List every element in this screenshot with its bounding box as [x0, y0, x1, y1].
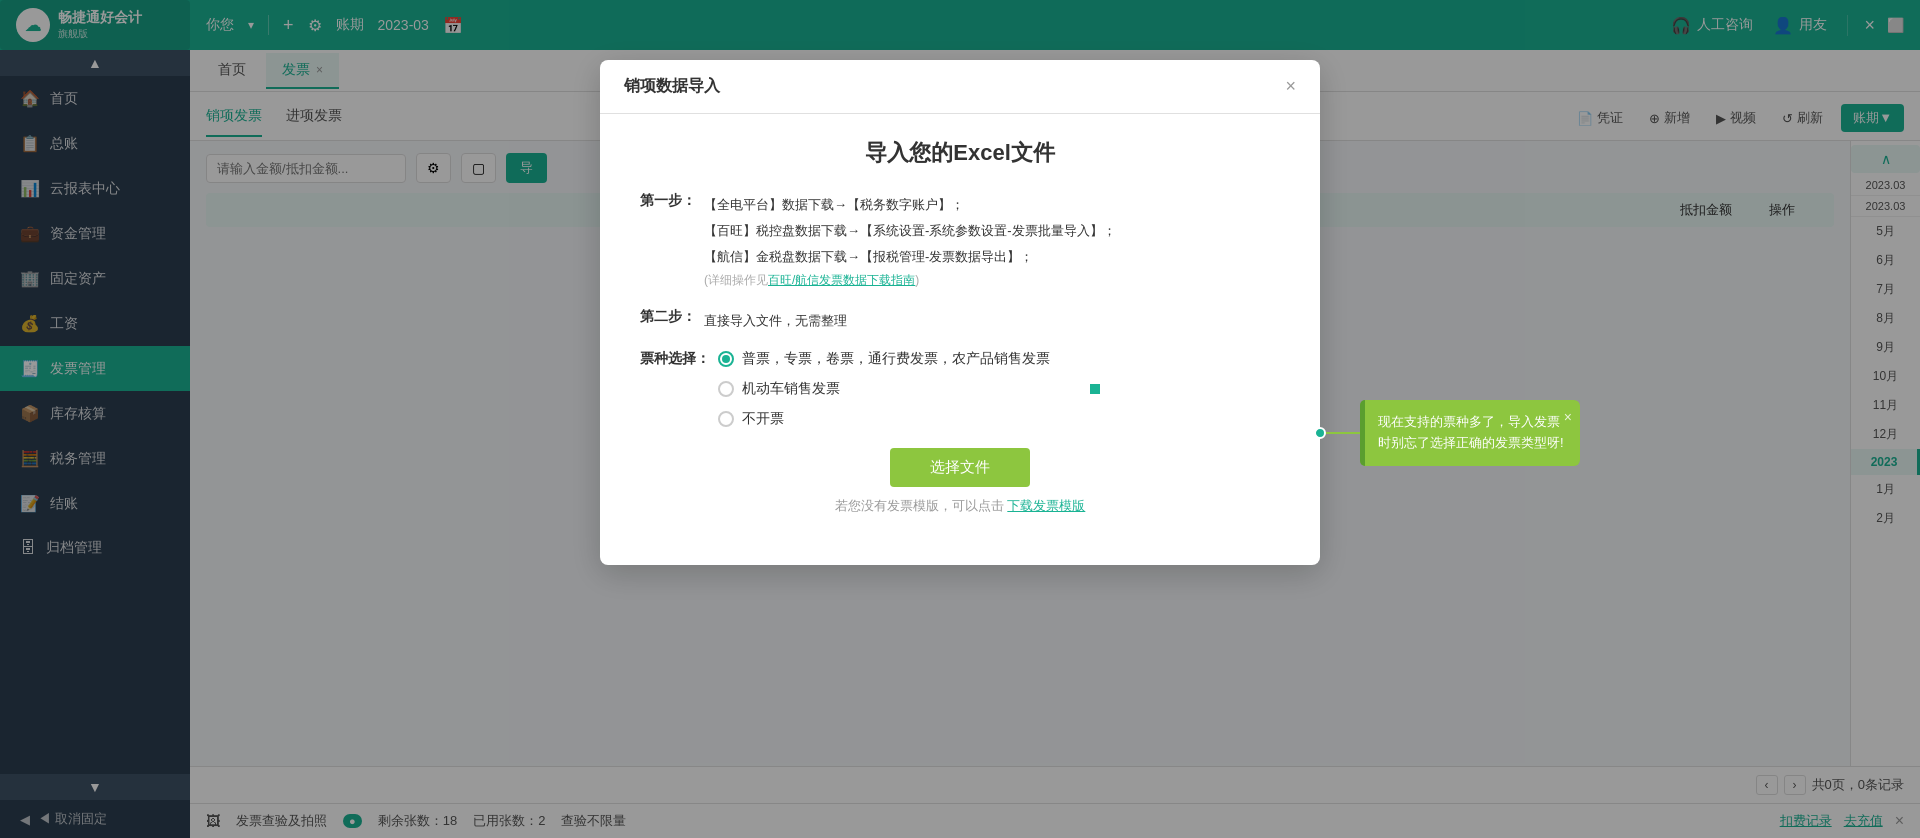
modal-close-btn[interactable]: × — [1285, 76, 1296, 97]
radio-motor-label: 机动车销售发票 — [742, 380, 840, 398]
radio-none-label: 不开票 — [742, 410, 784, 428]
ticket-select-label: 票种选择： — [640, 350, 710, 368]
step1-line3: 【航信】金税盘数据下载→【报税管理-发票数据导出】； — [704, 244, 1116, 270]
radio-none[interactable]: 不开票 — [718, 410, 1050, 428]
radio-common[interactable]: 普票，专票，卷票，通行费发票，农产品销售发票 — [718, 350, 1050, 368]
tooltip-close-btn[interactable]: × — [1564, 406, 1572, 428]
modal-import-title: 导入您的Excel文件 — [640, 138, 1280, 168]
step1-link[interactable]: 百旺/航信发票数据下载指南 — [768, 273, 915, 287]
step1-label: 第一步： — [640, 192, 696, 210]
tooltip-text: 现在支持的票种多了，导入发票时别忘了选择正确的发票类型呀! — [1378, 414, 1564, 450]
step2-label: 第二步： — [640, 308, 696, 326]
radio-motor[interactable]: 机动车销售发票 — [718, 380, 1050, 398]
modal-footer-text: 若您没有发票模版，可以点击 — [835, 498, 1004, 513]
step2-content: 直接导入文件，无需整理 — [704, 308, 847, 334]
download-template-link[interactable]: 下载发票模版 — [1007, 498, 1085, 513]
select-file-btn[interactable]: 选择文件 — [890, 448, 1030, 487]
radio-common-label: 普票，专票，卷票，通行费发票，农产品销售发票 — [742, 350, 1050, 368]
step1-line1: 【全电平台】数据下载→【税务数字账户】； — [704, 192, 1116, 218]
modal-title: 销项数据导入 — [624, 76, 720, 97]
modal-overlay: 销项数据导入 × 导入您的Excel文件 第一步： 【全电平台】数据下载→【税务… — [0, 0, 1920, 838]
modal-dialog: 销项数据导入 × 导入您的Excel文件 第一步： 【全电平台】数据下载→【税务… — [600, 60, 1320, 565]
step1-line2: 【百旺】税控盘数据下载→【系统设置-系统参数设置-发票批量导入】； — [704, 218, 1116, 244]
